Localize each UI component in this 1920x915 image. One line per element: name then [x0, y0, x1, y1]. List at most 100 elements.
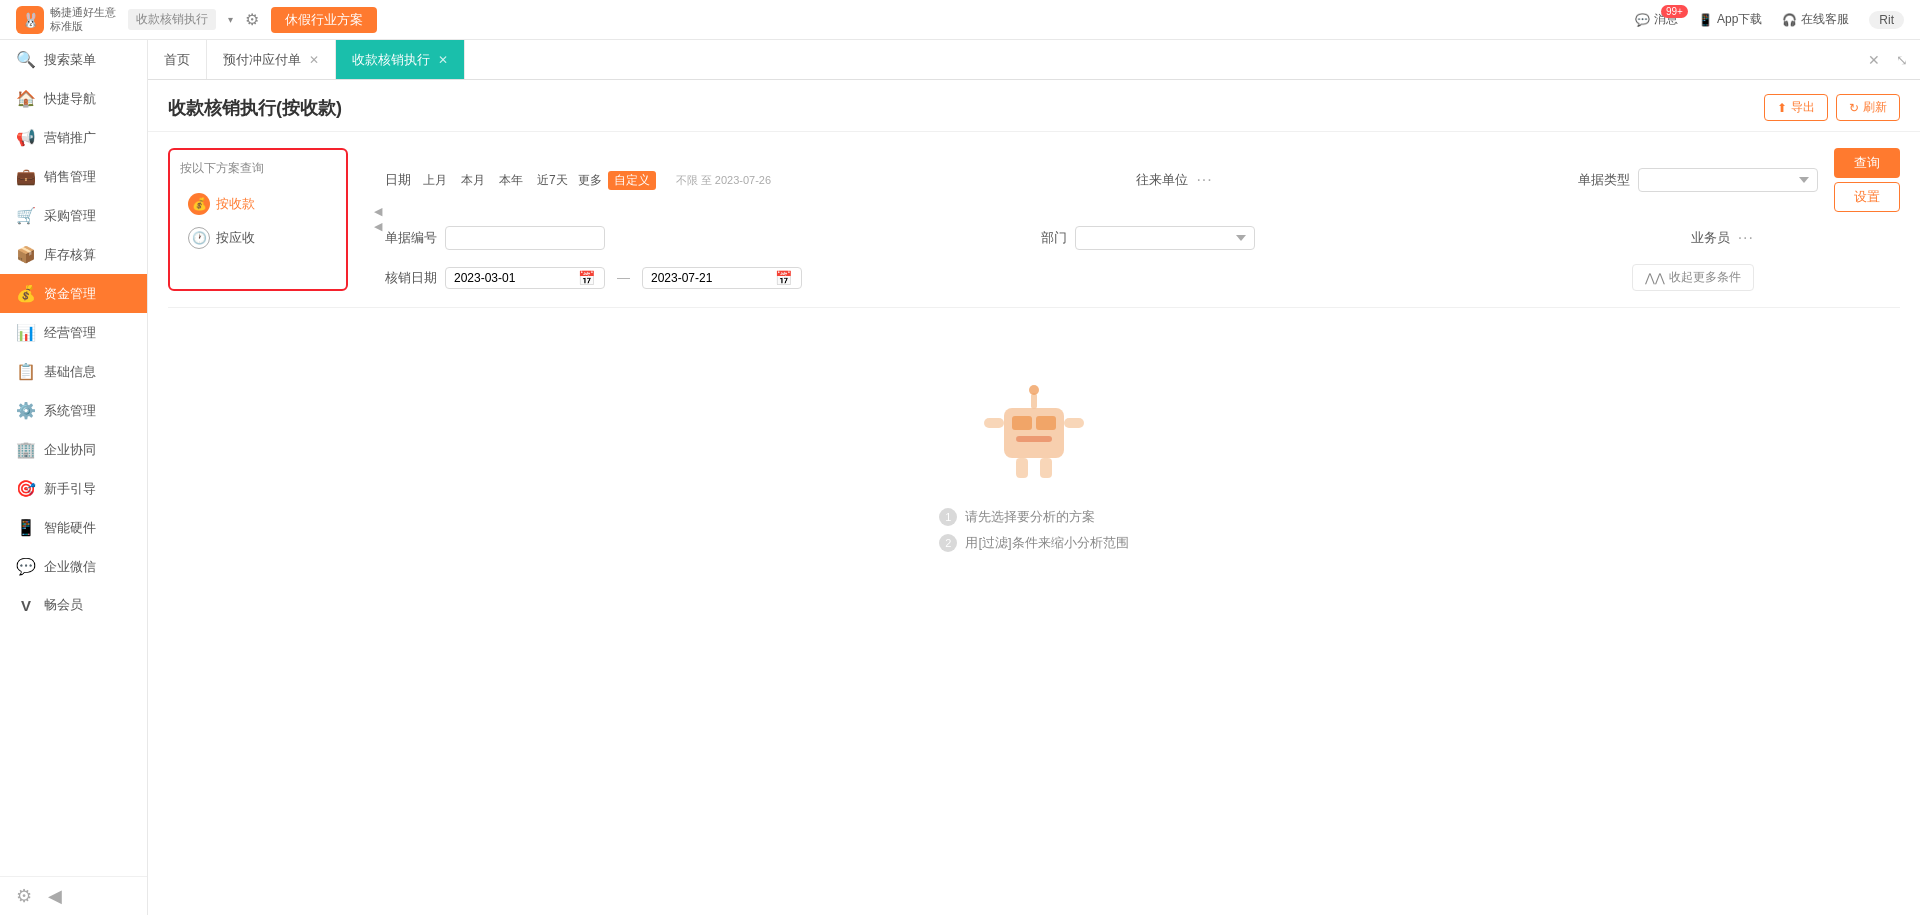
sidebar-item-label: 库存核算	[44, 246, 96, 264]
sidebar-item-inventory[interactable]: 📦 库存核算	[0, 235, 147, 274]
refresh-button[interactable]: ↻ 刷新	[1836, 94, 1900, 121]
date-hint-text: 不限 至 2023-07-26	[676, 173, 771, 188]
verify-date-start-calendar-icon[interactable]: 📅	[578, 270, 595, 286]
date-shortcut-last-month[interactable]: 上月	[419, 171, 451, 190]
sidebar-item-quick-nav[interactable]: 🏠 快捷导航	[0, 79, 147, 118]
hardware-icon: 📱	[16, 518, 36, 537]
home-icon: 🏠	[16, 89, 36, 108]
salesperson-more-icon[interactable]: ···	[1738, 229, 1754, 247]
sidebar-item-smart-hardware[interactable]: 📱 智能硬件	[0, 508, 147, 547]
page-title: 收款核销执行(按收款)	[168, 96, 342, 120]
sidebar-bottom: ⚙ ◀	[0, 876, 147, 915]
purchase-icon: 🛒	[16, 206, 36, 225]
query-button[interactable]: 查询	[1834, 148, 1900, 178]
app-logo: 🐰 畅捷通好生意 标准版	[16, 6, 116, 34]
service-label: 在线客服	[1801, 11, 1849, 28]
sidebar: 🔍 搜索菜单 🏠 快捷导航 📢 营销推广 💼 销售管理 🛒 采购管理 📦 库存核…	[0, 40, 148, 915]
export-icon: ⬆	[1777, 101, 1787, 115]
user-avatar[interactable]: Rit	[1869, 11, 1904, 29]
filter-row-3: 核销日期 📅 — 📅	[385, 264, 1900, 291]
verify-date-start-input[interactable]	[454, 271, 574, 285]
tab-home[interactable]: 首页	[148, 40, 207, 79]
salesperson-label: 业务员	[1691, 229, 1730, 247]
collapse-left-panel-icon[interactable]: ◀◀	[372, 205, 385, 235]
sidebar-item-label: 智能硬件	[44, 519, 96, 537]
date-shortcut-custom[interactable]: 自定义	[608, 171, 656, 190]
sidebar-item-finance[interactable]: 💰 资金管理	[0, 274, 147, 313]
department-select[interactable]	[1075, 226, 1255, 250]
sidebar-item-guide[interactable]: 🎯 新手引导	[0, 469, 147, 508]
sidebar-item-label: 资金管理	[44, 285, 96, 303]
doc-type-label: 单据类型	[1578, 171, 1630, 189]
sidebar-item-label: 企业协同	[44, 441, 96, 459]
by-receivable-label: 按应收	[216, 229, 255, 247]
empty-hint-1-text: 请先选择要分析的方案	[965, 508, 1095, 526]
filter-panel: 按以下方案查询 💰 按收款 🕐 按应收 ◀◀	[148, 132, 1920, 307]
tab-prepay-close-icon[interactable]: ✕	[309, 53, 319, 67]
export-button[interactable]: ⬆ 导出	[1764, 94, 1828, 121]
department-field: 部门	[1041, 226, 1255, 250]
sidebar-item-label: 系统管理	[44, 402, 96, 420]
content-area: 首页 预付冲应付单 ✕ 收款核销执行 ✕ ✕ ⤡ 收款核销执行(按收款)	[148, 40, 1920, 915]
doc-no-label: 单据编号	[385, 229, 437, 247]
main-layout: 🔍 搜索菜单 🏠 快捷导航 📢 营销推广 💼 销售管理 🛒 采购管理 📦 库存核…	[0, 40, 1920, 915]
top-bar-right-area: 💬 消息 99+ 📱 App下载 🎧 在线客服 Rit	[1635, 11, 1904, 29]
sidebar-collapse-icon[interactable]: ◀	[48, 885, 62, 907]
tab-bar-expand-icon[interactable]: ⤡	[1892, 48, 1912, 72]
tab-bar-close-all-icon[interactable]: ✕	[1864, 48, 1884, 72]
verify-date-end-input[interactable]	[651, 271, 771, 285]
filter-fields-area: 日期 上月 本月 本年 近7天 更多 自定义 不限 至 2	[385, 148, 1900, 291]
filter-option-by-receipt[interactable]: 💰 按收款	[180, 187, 336, 221]
tab-receipt-cancel-label: 收款核销执行	[352, 51, 430, 69]
verify-date-end-calendar-icon[interactable]: 📅	[775, 270, 792, 286]
sidebar-item-enterprise-collab[interactable]: 🏢 企业协同	[0, 430, 147, 469]
sidebar-item-purchase[interactable]: 🛒 采购管理	[0, 196, 147, 235]
message-icon: 💬	[1635, 13, 1650, 27]
empty-state: 1 请先选择要分析的方案 2 用[过滤]条件来缩小分析范围	[148, 308, 1920, 612]
left-panel-collapse-area: ◀◀	[372, 148, 385, 291]
sidebar-item-wechat-enterprise[interactable]: 💬 企业微信	[0, 547, 147, 586]
date-shortcut-this-year[interactable]: 本年	[495, 171, 527, 190]
sidebar-gear-icon[interactable]: ⚙	[16, 885, 32, 907]
industry-solution-button[interactable]: 休假行业方案	[271, 7, 377, 33]
doc-no-input[interactable]	[445, 226, 605, 250]
filter-option-by-receivable[interactable]: 🕐 按应收	[180, 221, 336, 255]
date-shortcut-this-month[interactable]: 本月	[457, 171, 489, 190]
tab-prepay[interactable]: 预付冲应付单 ✕	[207, 40, 336, 79]
online-service-area[interactable]: 🎧 在线客服	[1782, 11, 1849, 28]
guide-icon: 🎯	[16, 479, 36, 498]
filter-row-1: 日期 上月 本月 本年 近7天 更多 自定义 不限 至 2	[385, 148, 1900, 212]
sidebar-item-marketing[interactable]: 📢 营销推广	[0, 118, 147, 157]
sidebar-item-label: 经营管理	[44, 324, 96, 342]
sidebar-item-operations[interactable]: 📊 经营管理	[0, 313, 147, 352]
tab-receipt-cancel-close-icon[interactable]: ✕	[438, 53, 448, 67]
filter-left-title: 按以下方案查询	[180, 160, 336, 177]
settings-button[interactable]: 设置	[1834, 182, 1900, 212]
dropdown-arrow-icon[interactable]: ▾	[228, 14, 233, 25]
svg-rect-0	[1004, 408, 1064, 458]
sidebar-item-system[interactable]: ⚙️ 系统管理	[0, 391, 147, 430]
sidebar-item-vip-member[interactable]: V 畅会员	[0, 586, 147, 624]
svg-rect-8	[1031, 393, 1037, 409]
app-download-area[interactable]: 📱 App下载	[1698, 11, 1762, 28]
settings-gear-icon[interactable]: ⚙	[245, 10, 259, 29]
date-shortcut-more[interactable]: 更多	[578, 172, 602, 189]
finance-icon: 💰	[16, 284, 36, 303]
message-icon-area[interactable]: 💬 消息 99+	[1635, 11, 1678, 28]
empty-robot-svg	[974, 368, 1094, 488]
svg-rect-3	[1016, 436, 1052, 442]
date-field: 日期 上月 本月 本年 近7天 更多 自定义	[385, 171, 656, 190]
system-icon: ⚙️	[16, 401, 36, 420]
action-buttons: 查询 设置	[1834, 148, 1900, 212]
sidebar-item-search[interactable]: 🔍 搜索菜单	[0, 40, 147, 79]
tab-receipt-cancel[interactable]: 收款核销执行 ✕	[336, 40, 465, 79]
collapse-more-button[interactable]: ⋀⋀ 收起更多条件	[1632, 264, 1754, 291]
counterpart-more-icon[interactable]: ···	[1196, 171, 1212, 189]
sidebar-item-basic-info[interactable]: 📋 基础信息	[0, 352, 147, 391]
date-shortcut-7days[interactable]: 近7天	[533, 171, 572, 190]
chevron-up-icon: ⋀⋀	[1645, 271, 1665, 285]
sidebar-item-sales[interactable]: 💼 销售管理	[0, 157, 147, 196]
verify-date-field: 核销日期 📅 — 📅	[385, 267, 802, 289]
empty-hint-1: 1 请先选择要分析的方案	[939, 508, 1128, 526]
doc-type-select[interactable]	[1638, 168, 1818, 192]
